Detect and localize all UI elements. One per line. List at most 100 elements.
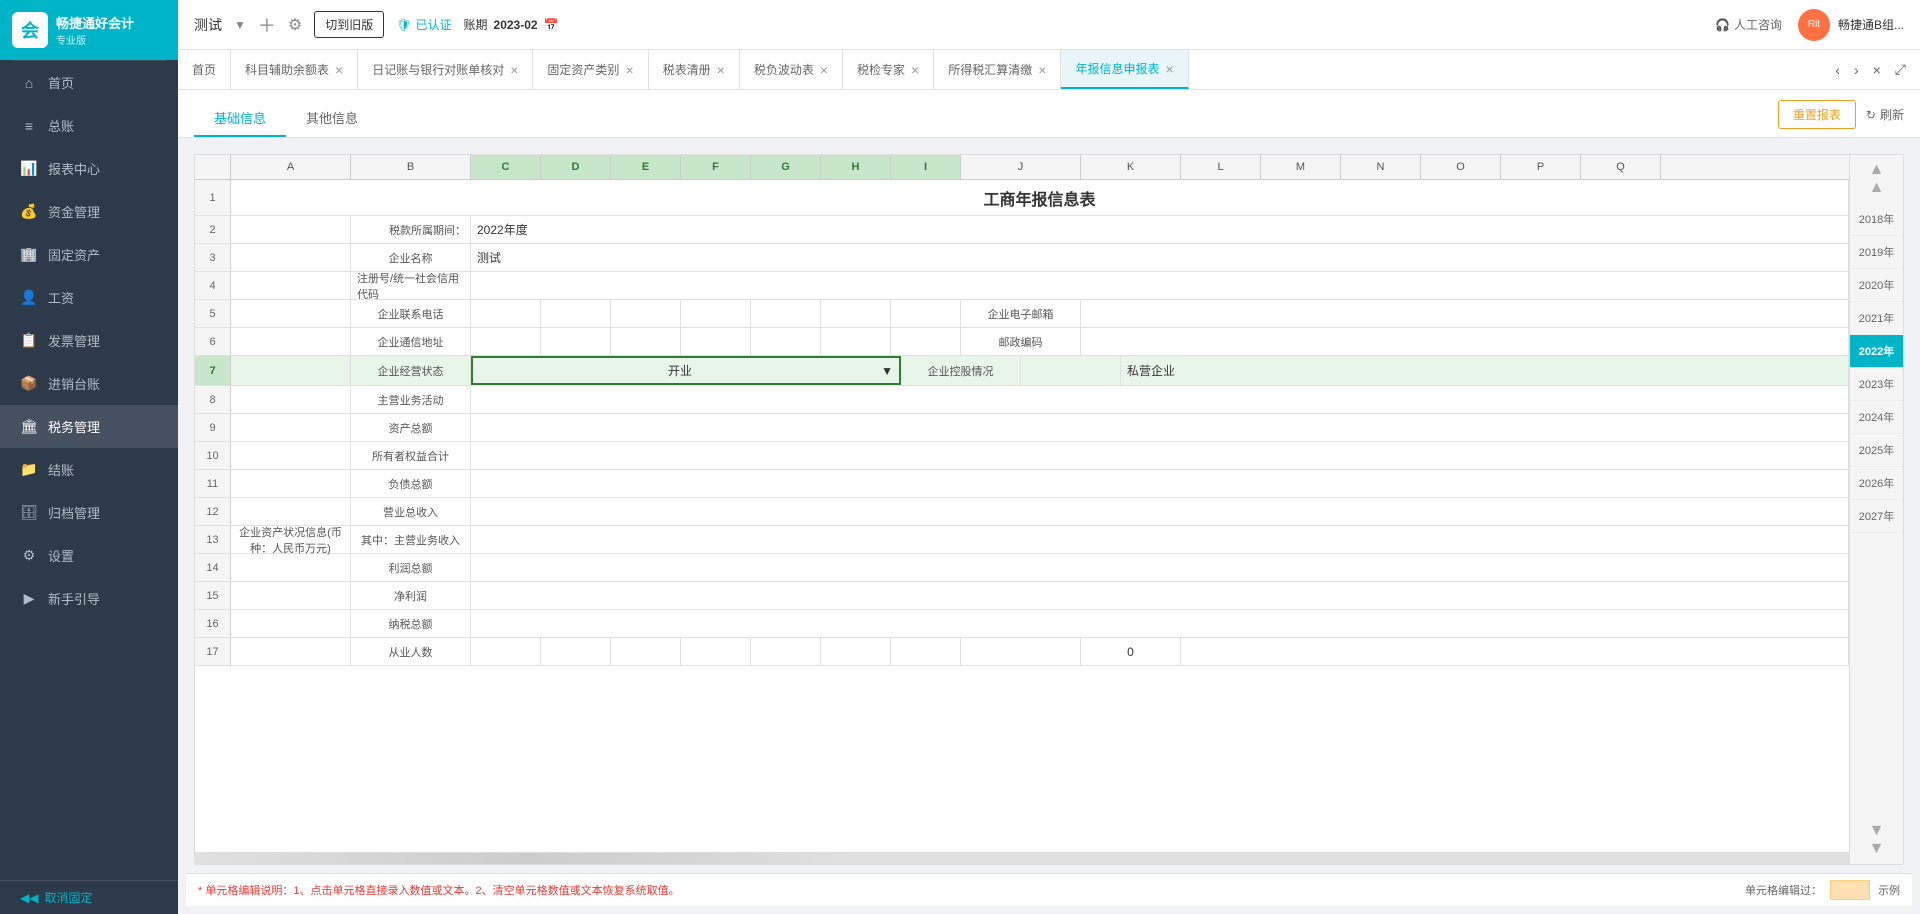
cell-7-j[interactable]: 企业控股情况 [901,356,1021,385]
cell-6-j[interactable]: 邮政编码 [961,328,1081,355]
cell-5-j[interactable]: 企业电子邮箱 [961,300,1081,327]
dropdown-arrow-icon[interactable]: ▼ [881,364,893,378]
refresh-button[interactable]: ↻ 刷新 [1866,106,1904,123]
cell-7-c[interactable]: 开业 ▼ [471,356,901,385]
cell-14-c[interactable] [471,554,1849,581]
horizontal-scrollbar[interactable] [195,852,1849,864]
tab-prev-icon[interactable]: ‹ [1829,58,1846,82]
year-item-2019[interactable]: 2019年 [1850,236,1903,269]
year-item-2024[interactable]: 2024年 [1850,401,1903,434]
tab-fixed[interactable]: 固定资产类别 × [533,50,648,89]
cell-5-f[interactable] [681,300,751,327]
sidebar-item-ledger[interactable]: ≡ 总账 [0,104,178,147]
cell-6-e[interactable] [611,328,681,355]
sidebar-item-guide[interactable]: ▶ 新手引导 [0,577,178,620]
year-item-2018[interactable]: 2018年 [1850,203,1903,236]
tab-journal[interactable]: 日记账与银行对账单核对 × [358,50,533,89]
cell-5-c[interactable] [471,300,541,327]
collapse-button[interactable]: ◀◀ 取消固定 [0,880,178,914]
cell-17-a[interactable] [231,638,351,665]
cell-17-b[interactable]: 从业人数 [351,638,471,665]
tab-taxincome[interactable]: 所得税汇算清缴 × [934,50,1061,89]
cell-11-c[interactable] [471,470,1849,497]
cell-17-c[interactable] [471,638,541,665]
cell-14-b[interactable]: 利润总额 [351,554,471,581]
cell-17-e[interactable] [611,638,681,665]
tab-expand-icon[interactable]: ⤢ [1889,57,1912,82]
sidebar-item-close[interactable]: 📁 结账 [0,448,178,491]
tab-taxincome-close-icon[interactable]: × [1038,63,1046,77]
cell-17-f[interactable] [681,638,751,665]
cell-14-a[interactable] [231,554,351,581]
tab-yearreport-close-icon[interactable]: × [1165,62,1173,76]
sidebar-item-fixed[interactable]: 🏢 固定资产 [0,233,178,276]
sheet-body[interactable]: 1 工商年报信息表 2 税款所属期间： 2022年度 [195,180,1849,852]
year-scroll-up2-icon[interactable]: ▲ [1867,177,1887,199]
cell-9-c[interactable] [471,414,1849,441]
tab-close-all-icon[interactable]: × [1867,58,1887,82]
cell-5-e[interactable] [611,300,681,327]
cell-12-b[interactable]: 营业总收入 [351,498,471,525]
cell-10-c[interactable] [471,442,1849,469]
cell-7-a[interactable] [231,356,351,385]
cell-5-g[interactable] [751,300,821,327]
calendar-icon[interactable]: 📅 [544,18,559,32]
year-item-2027[interactable]: 2027年 [1850,500,1903,533]
cell-10-a[interactable] [231,442,351,469]
cell-2-b[interactable]: 税款所属期间： [351,216,471,243]
cell-8-a[interactable] [231,386,351,413]
cell-15-c[interactable] [471,582,1849,609]
sidebar-item-capital[interactable]: 💰 资金管理 [0,190,178,233]
cell-9-a[interactable] [231,414,351,441]
tab-taxwave[interactable]: 税负波动表 × [740,50,843,89]
cell-15-b[interactable]: 净利润 [351,582,471,609]
cell-6-d[interactable] [541,328,611,355]
cell-4-c[interactable] [471,272,1849,299]
cell-4-b[interactable]: 注册号/统一社会信用代码 [351,272,471,299]
cell-11-b[interactable]: 负债总额 [351,470,471,497]
cell-16-c[interactable] [471,610,1849,637]
cell-6-b[interactable]: 企业通信地址 [351,328,471,355]
cell-6-k[interactable] [1081,328,1849,355]
tab-yearreport[interactable]: 年报信息申报表 × [1061,50,1188,89]
year-item-2020[interactable]: 2020年 [1850,269,1903,302]
cell-17-h[interactable] [821,638,891,665]
tab-fixed-close-icon[interactable]: × [625,63,633,77]
cell-1-title[interactable]: 工商年报信息表 [231,180,1849,215]
reset-button[interactable]: 重置报表 [1778,100,1856,129]
tab-next-icon[interactable]: › [1848,58,1865,82]
cell-17-d[interactable] [541,638,611,665]
cell-6-c[interactable] [471,328,541,355]
sub-tab-basic[interactable]: 基础信息 [194,100,286,137]
cell-17-rest[interactable] [1181,638,1849,665]
sidebar-item-archive[interactable]: 🗄 归档管理 [0,491,178,534]
cell-6-g[interactable] [751,328,821,355]
cell-5-k[interactable] [1081,300,1849,327]
tab-journal-close-icon[interactable]: × [510,63,518,77]
tab-aux-close-icon[interactable]: × [335,63,343,77]
sidebar-item-trade[interactable]: 📦 进销台账 [0,362,178,405]
cell-9-b[interactable]: 资产总额 [351,414,471,441]
cell-17-k[interactable]: 0 [1081,638,1181,665]
topbar-settings-icon[interactable]: ⚙ [288,15,302,35]
year-item-2021[interactable]: 2021年 [1850,302,1903,335]
tab-taxcheck-close-icon[interactable]: × [911,63,919,77]
cell-7-b[interactable]: 企业经营状态 [351,356,471,385]
cell-5-i[interactable] [891,300,961,327]
cell-10-b[interactable]: 所有者权益合计 [351,442,471,469]
sidebar-item-report[interactable]: 📊 报表中心 [0,147,178,190]
old-version-button[interactable]: 切到旧版 [314,11,384,38]
cell-15-a[interactable] [231,582,351,609]
cell-13-c[interactable] [471,526,1849,553]
cell-2-a[interactable] [231,216,351,243]
year-item-2023[interactable]: 2023年 [1850,368,1903,401]
cell-12-c[interactable] [471,498,1849,525]
sidebar-item-tax[interactable]: 🏛 税务管理 [0,405,178,448]
cell-8-c[interactable] [471,386,1849,413]
year-item-2026[interactable]: 2026年 [1850,467,1903,500]
topbar-dropdown-icon[interactable]: ▼ [234,18,246,32]
year-item-2025[interactable]: 2025年 [1850,434,1903,467]
cell-2-c[interactable]: 2022年度 [471,216,1849,243]
tab-taxform[interactable]: 税表清册 × [649,50,740,89]
cell-6-f[interactable] [681,328,751,355]
